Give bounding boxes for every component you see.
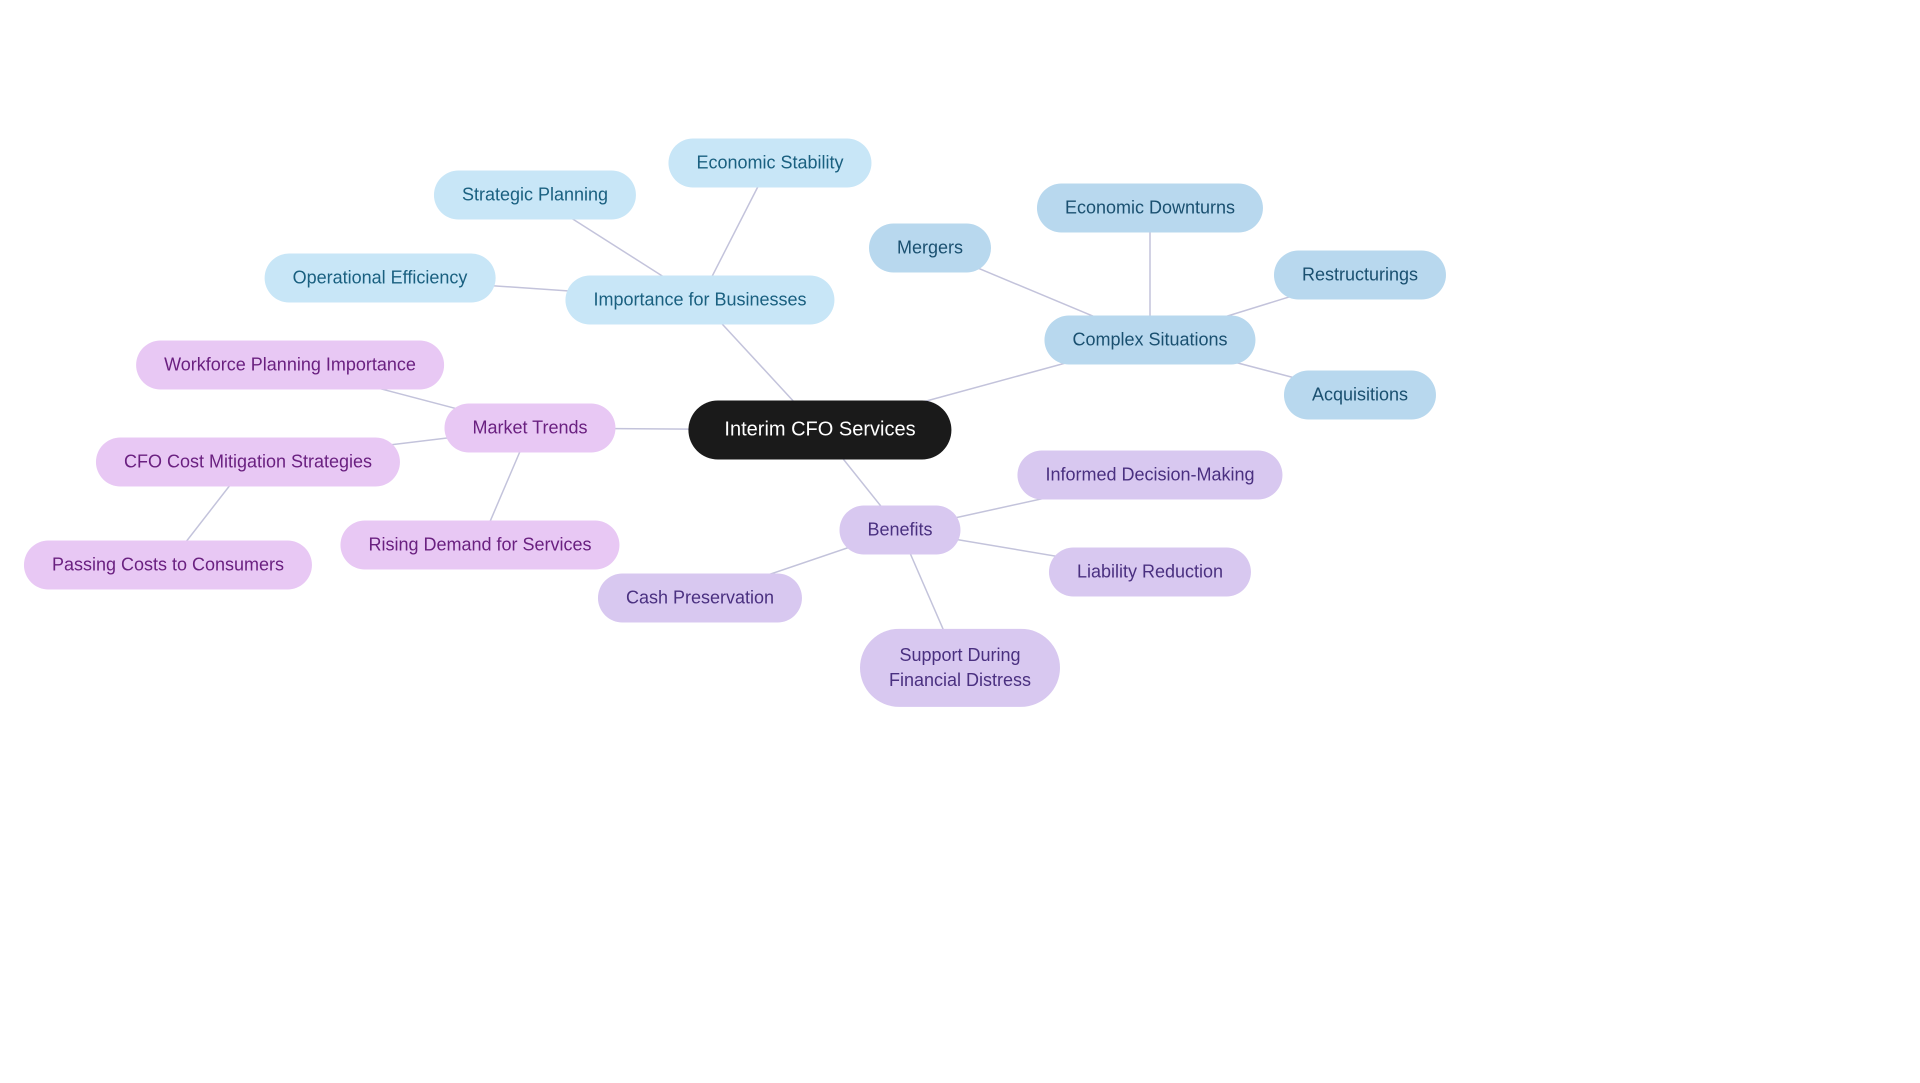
node-economic-stability[interactable]: Economic Stability [668,139,871,188]
node-rising-demand[interactable]: Rising Demand for Services [340,521,619,570]
node-restructurings[interactable]: Restructurings [1274,251,1446,300]
node-acquisitions[interactable]: Acquisitions [1284,371,1436,420]
node-cfo-cost[interactable]: CFO Cost Mitigation Strategies [96,438,400,487]
node-operational[interactable]: Operational Efficiency [265,254,496,303]
node-benefits[interactable]: Benefits [839,506,960,555]
node-passing-costs[interactable]: Passing Costs to Consumers [24,541,312,590]
node-economic-downturns[interactable]: Economic Downturns [1037,184,1263,233]
mindmap-container: Interim CFO Services Importance for Busin… [0,0,1920,1083]
node-mergers[interactable]: Mergers [869,224,991,273]
node-informed[interactable]: Informed Decision-Making [1017,451,1282,500]
node-cash-preservation[interactable]: Cash Preservation [598,574,802,623]
node-market-trends[interactable]: Market Trends [444,404,615,453]
node-importance[interactable]: Importance for Businesses [565,276,834,325]
node-liability[interactable]: Liability Reduction [1049,548,1251,597]
node-strategic[interactable]: Strategic Planning [434,171,636,220]
center-node[interactable]: Interim CFO Services [688,401,951,460]
node-support-distress[interactable]: Support During Financial Distress [860,629,1060,707]
node-workforce[interactable]: Workforce Planning Importance [136,341,444,390]
node-complex[interactable]: Complex Situations [1044,316,1255,365]
